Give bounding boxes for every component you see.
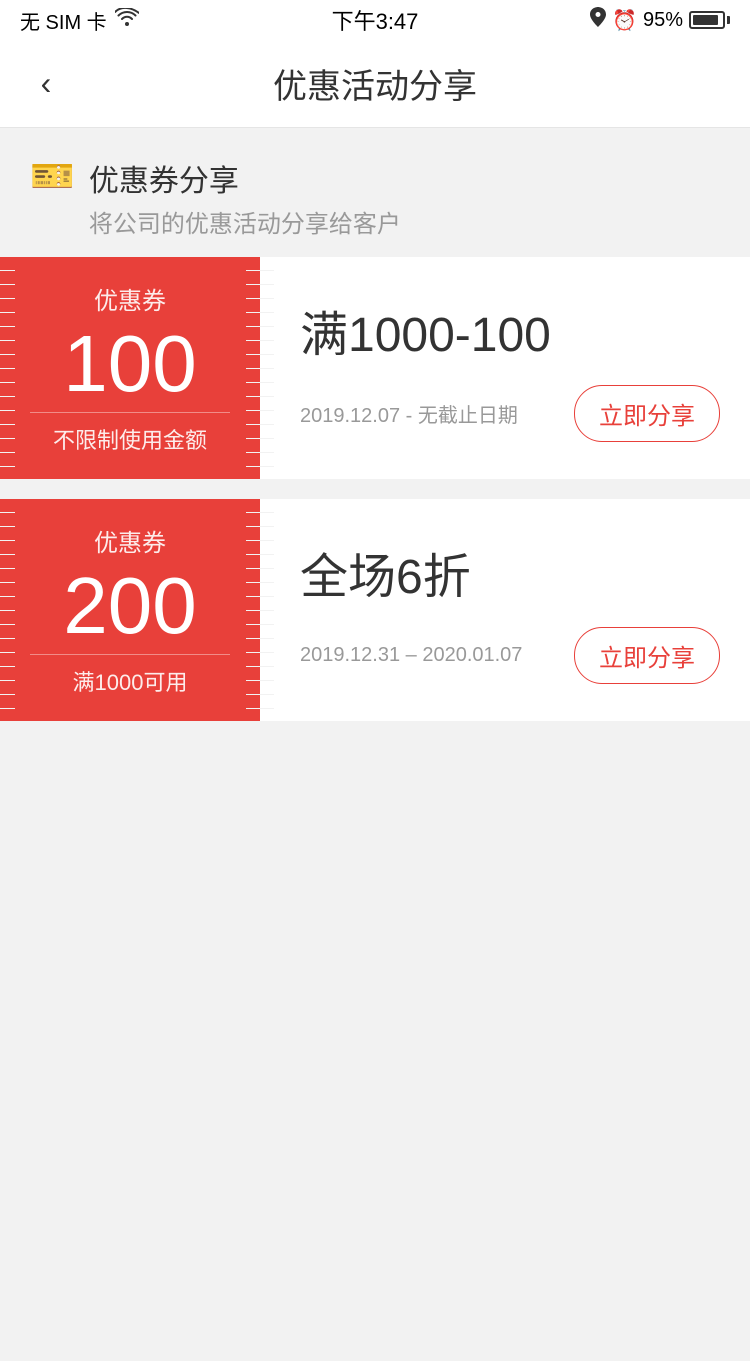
coupon-date-2: 2019.12.31 – 2020.01.07	[300, 644, 564, 667]
page-title: 优惠活动分享	[273, 59, 477, 108]
coupon-left-2: 优惠券 200 满1000可用	[0, 499, 260, 721]
coupon-condition-1: 不限制使用金额	[53, 423, 207, 455]
nav-bar: ‹ 优惠活动分享	[0, 40, 750, 128]
status-left: 无 SIM 卡	[20, 6, 139, 35]
share-button-1[interactable]: 立即分享	[574, 385, 720, 442]
coupon-title-2: 全场6折	[300, 537, 720, 607]
coupon-right-2: 全场6折 2019.12.31 – 2020.01.07 立即分享	[260, 499, 750, 721]
empty-area	[0, 761, 750, 1361]
coupon-right-1: 满1000-100 2019.12.07 - 无截止日期 立即分享	[260, 257, 750, 479]
coupon-title-1: 满1000-100	[300, 295, 720, 365]
coupon-label-1: 优惠券	[94, 281, 166, 316]
coupon-meta-2: 2019.12.31 – 2020.01.07 立即分享	[300, 627, 720, 684]
coupon-card-2: 优惠券 200 满1000可用 全场6折 2019.12.31 – 2020.0…	[0, 499, 750, 721]
share-button-2[interactable]: 立即分享	[574, 627, 720, 684]
coupon-divider-2	[30, 654, 230, 655]
coupon-condition-2: 满1000可用	[73, 665, 188, 697]
section-header: 🎫 优惠券分享 将公司的优惠活动分享给客户	[0, 128, 750, 257]
coupon-list: 优惠券 100 不限制使用金额 满1000-100 2019.12.07 - 无…	[0, 257, 750, 761]
carrier-label: 无 SIM 卡	[20, 6, 107, 35]
battery-percent: 95%	[643, 9, 683, 32]
wifi-icon	[115, 8, 139, 32]
coupon-meta-1: 2019.12.07 - 无截止日期 立即分享	[300, 385, 720, 442]
coupon-label-2: 优惠券	[94, 523, 166, 558]
section-title: 优惠券分享	[89, 156, 401, 200]
coupon-left-1: 优惠券 100 不限制使用金额	[0, 257, 260, 479]
status-bar: 无 SIM 卡 下午3:47 ⏰ 95%	[0, 0, 750, 40]
status-time: 下午3:47	[332, 4, 419, 36]
section-text: 优惠券分享 将公司的优惠活动分享给客户	[89, 156, 401, 239]
battery-icon	[689, 11, 730, 29]
coupon-date-1: 2019.12.07 - 无截止日期	[300, 399, 564, 428]
back-button[interactable]: ‹	[24, 62, 68, 106]
status-right: ⏰ 95%	[590, 7, 730, 33]
location-icon	[590, 7, 606, 33]
coupon-divider-1	[30, 412, 230, 413]
alarm-icon: ⏰	[612, 8, 637, 33]
coupon-amount-2: 200	[63, 566, 196, 646]
section-icon: 🎫	[30, 158, 75, 194]
coupon-card-1: 优惠券 100 不限制使用金额 满1000-100 2019.12.07 - 无…	[0, 257, 750, 479]
section-subtitle: 将公司的优惠活动分享给客户	[89, 204, 401, 239]
coupon-amount-1: 100	[63, 324, 196, 404]
